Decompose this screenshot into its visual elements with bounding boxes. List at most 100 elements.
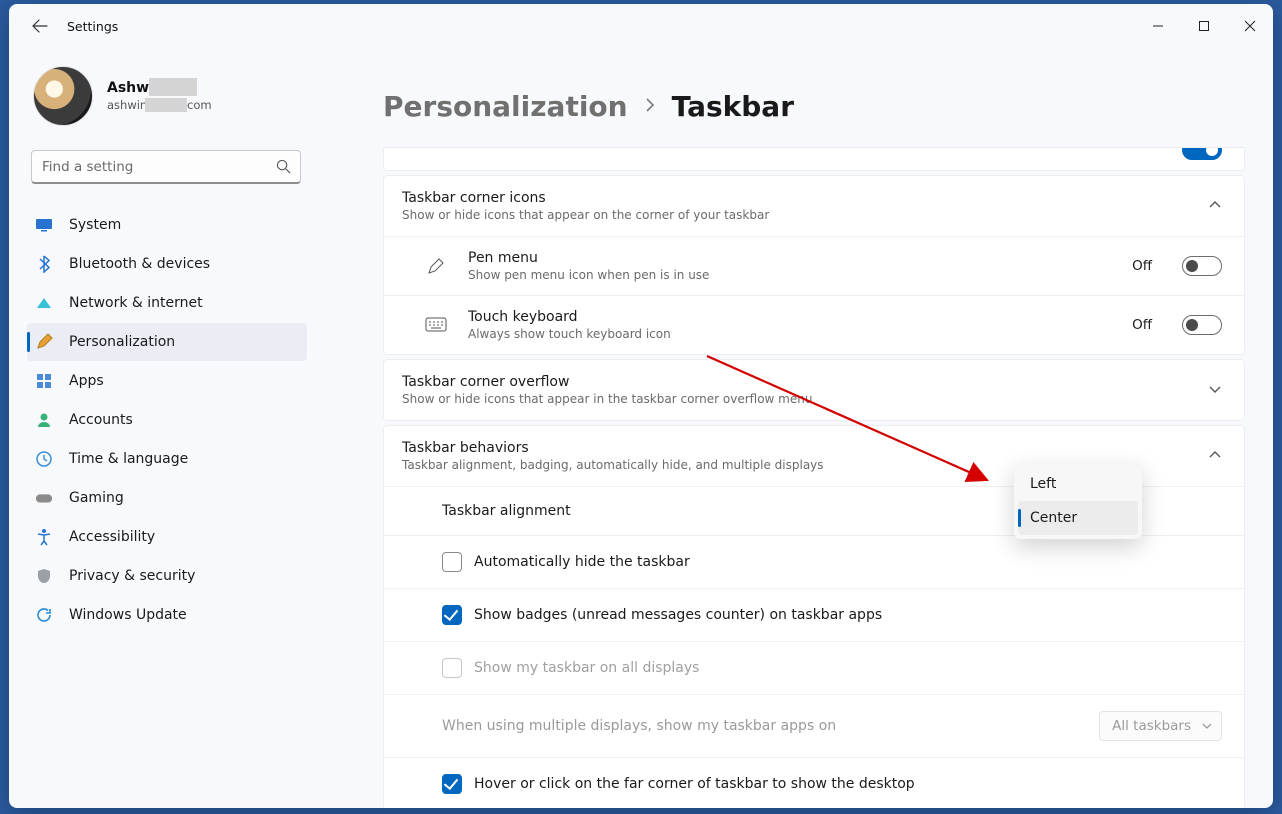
- maximize-button[interactable]: [1181, 4, 1227, 48]
- chevron-up-icon: [1208, 447, 1222, 466]
- widgets-row-partial[interactable]: On: [383, 147, 1245, 171]
- avatar: [33, 66, 93, 126]
- nav-label: Windows Update: [69, 607, 187, 623]
- redaction-block: [149, 78, 197, 96]
- nav-label: Gaming: [69, 490, 124, 506]
- item-subtitle: Always show touch keyboard icon: [468, 327, 671, 341]
- touch-keyboard-toggle[interactable]: [1182, 315, 1222, 335]
- nav-item-gaming[interactable]: Gaming: [27, 479, 307, 517]
- checkbox-label: Show badges (unread messages counter) on…: [474, 607, 882, 623]
- far-corner-row[interactable]: Hover or click on the far corner of task…: [384, 757, 1244, 808]
- nav-list: System Bluetooth & devices Network & inter…: [27, 206, 307, 634]
- privacy-icon: [35, 567, 53, 585]
- nav-item-network[interactable]: Network & internet: [27, 284, 307, 322]
- toggle-state-label: Off: [1132, 258, 1152, 274]
- section-subtitle: Show or hide icons that appear in the ta…: [402, 392, 812, 406]
- nav-item-accounts[interactable]: Accounts: [27, 401, 307, 439]
- auto-hide-checkbox[interactable]: [442, 552, 462, 572]
- back-button[interactable]: [31, 17, 49, 35]
- redaction-block: [145, 98, 187, 112]
- section-taskbar-corner-icons: Taskbar corner icons Show or hide icons …: [383, 175, 1245, 355]
- chevron-down-icon: [1208, 381, 1222, 400]
- nav-item-apps[interactable]: Apps: [27, 362, 307, 400]
- show-badges-row[interactable]: Show badges (unread messages counter) on…: [384, 588, 1244, 641]
- item-subtitle: Show pen menu icon when pen is in use: [468, 268, 709, 282]
- item-title: Touch keyboard: [468, 309, 671, 325]
- pen-menu-row: Pen menu Show pen menu icon when pen is …: [384, 236, 1244, 295]
- search-icon: [276, 159, 291, 178]
- network-icon: [35, 294, 53, 312]
- nav-label: Bluetooth & devices: [69, 256, 210, 272]
- personalization-icon: [35, 333, 53, 351]
- nav-item-update[interactable]: Windows Update: [27, 596, 307, 634]
- section-title: Taskbar behaviors: [402, 440, 824, 456]
- multi-display-dropdown: All taskbars: [1099, 711, 1222, 741]
- far-corner-checkbox[interactable]: [442, 774, 462, 794]
- profile-email: ashwinotmail.com: [107, 98, 212, 112]
- breadcrumb-parent[interactable]: Personalization: [383, 90, 628, 123]
- nav-item-bluetooth[interactable]: Bluetooth & devices: [27, 245, 307, 283]
- minimize-icon: [1152, 20, 1164, 32]
- accessibility-icon: [35, 528, 53, 546]
- show-badges-checkbox[interactable]: [442, 605, 462, 625]
- nav-item-accessibility[interactable]: Accessibility: [27, 518, 307, 556]
- chevron-up-icon: [1208, 197, 1222, 216]
- settings-window: Settings Ashwi ashwinotmail.com System Bl…: [9, 4, 1273, 808]
- search-input[interactable]: [31, 150, 301, 184]
- apps-icon: [35, 372, 53, 390]
- close-icon: [1244, 20, 1256, 32]
- nav-item-system[interactable]: System: [27, 206, 307, 244]
- all-displays-row: Show my taskbar on all displays: [384, 641, 1244, 694]
- main-content: Personalization Taskbar On Taskbar corne…: [317, 48, 1273, 808]
- nav-label: System: [69, 217, 121, 233]
- section-subtitle: Show or hide icons that appear on the co…: [402, 208, 769, 222]
- breadcrumb: Personalization Taskbar: [383, 90, 1245, 123]
- sidebar: Ashwi ashwinotmail.com System Bluetooth &…: [9, 48, 317, 808]
- alignment-dropdown-popup: Left Center: [1014, 463, 1142, 539]
- minimize-button[interactable]: [1135, 4, 1181, 48]
- search-box: [31, 150, 301, 184]
- nav-label: Accessibility: [69, 529, 155, 545]
- nav-item-time[interactable]: Time & language: [27, 440, 307, 478]
- keyboard-icon: [424, 317, 448, 333]
- all-displays-checkbox: [442, 658, 462, 678]
- nav-label: Apps: [69, 373, 104, 389]
- auto-hide-row[interactable]: Automatically hide the taskbar: [384, 535, 1244, 588]
- section-taskbar-corner-overflow[interactable]: Taskbar corner overflow Show or hide ico…: [383, 359, 1245, 421]
- checkbox-label: Hover or click on the far corner of task…: [474, 776, 915, 792]
- profile-name: Ashwi: [107, 80, 212, 96]
- alignment-option-center[interactable]: Center: [1018, 501, 1138, 535]
- widgets-toggle[interactable]: [1182, 147, 1222, 160]
- section-header-corner-icons[interactable]: Taskbar corner icons Show or hide icons …: [384, 176, 1244, 236]
- nav-item-privacy[interactable]: Privacy & security: [27, 557, 307, 595]
- bluetooth-icon: [35, 255, 53, 273]
- close-button[interactable]: [1227, 4, 1273, 48]
- touch-keyboard-row: Touch keyboard Always show touch keyboar…: [384, 295, 1244, 354]
- time-icon: [35, 450, 53, 468]
- chevron-down-icon: [1201, 720, 1213, 736]
- section-title: Taskbar corner icons: [402, 190, 769, 206]
- user-profile[interactable]: Ashwi ashwinotmail.com: [27, 66, 307, 126]
- checkbox-label: Automatically hide the taskbar: [474, 554, 690, 570]
- gaming-icon: [35, 489, 53, 507]
- nav-label: Personalization: [69, 334, 175, 350]
- chevron-right-icon: [644, 97, 656, 116]
- back-arrow-icon: [32, 18, 48, 34]
- alignment-label: Taskbar alignment: [442, 503, 571, 519]
- maximize-icon: [1198, 20, 1210, 32]
- nav-item-personalization[interactable]: Personalization: [27, 323, 307, 361]
- section-title: Taskbar corner overflow: [402, 374, 812, 390]
- nav-label: Network & internet: [69, 295, 203, 311]
- pen-menu-toggle[interactable]: [1182, 256, 1222, 276]
- nav-label: Privacy & security: [69, 568, 195, 584]
- toggle-state-label: Off: [1132, 317, 1152, 333]
- system-icon: [35, 216, 53, 234]
- nav-label: Accounts: [69, 412, 133, 428]
- item-title: Pen menu: [468, 250, 709, 266]
- alignment-option-left[interactable]: Left: [1018, 467, 1138, 501]
- app-title: Settings: [67, 19, 118, 34]
- checkbox-label: Show my taskbar on all displays: [474, 660, 699, 676]
- breadcrumb-current: Taskbar: [672, 90, 794, 123]
- nav-label: Time & language: [69, 451, 188, 467]
- update-icon: [35, 606, 53, 624]
